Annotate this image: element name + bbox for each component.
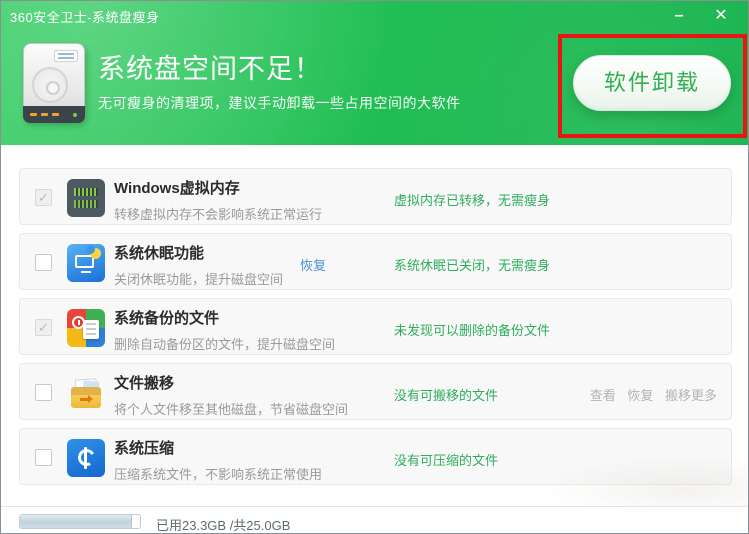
item-title: Windows虚拟内存 — [114, 180, 240, 197]
item-description: 压缩系统文件，不影响系统正常使用 — [114, 467, 323, 482]
progress-fill — [20, 515, 132, 528]
item-title: 系统备份的文件 — [114, 310, 220, 327]
checkbox-hibernate[interactable] — [35, 254, 52, 271]
checkbox-backup-files: ✓ — [35, 319, 52, 336]
minimize-button[interactable]: – — [666, 5, 692, 27]
item-title: 系统压缩 — [114, 440, 175, 457]
restore-link[interactable]: 恢复 — [300, 255, 326, 274]
checkbox-system-compress[interactable] — [35, 449, 52, 466]
item-description: 转移虚拟内存不会影响系统正常运行 — [114, 207, 323, 222]
item-description: 将个人文件移至其他磁盘，节省磁盘空间 — [114, 402, 349, 417]
footer-bar: 已用23.3GB /共25.0GB — [1, 506, 748, 533]
list-item-backup-files: ✓ 系统备份的文件 删除自动备份区的文件，提升磁盘空间 未发现可以删除的备份文件 — [19, 298, 732, 355]
item-title: 系统休眠功能 — [114, 245, 205, 262]
header: 360安全卫士-系统盘瘦身 – ✕ 系统盘空间不足！ 无可瘦身的清理项，建议手动… — [1, 1, 748, 145]
item-description: 删除自动备份区的文件，提升磁盘空间 — [114, 337, 336, 352]
disk-usage-progressbar — [19, 514, 141, 529]
item-description: 关闭休眠功能，提升磁盘空间 — [114, 272, 284, 287]
restore-link[interactable]: 恢复 — [627, 388, 653, 403]
list-item-system-compress: 系统压缩 压缩系统文件，不影响系统正常使用 没有可压缩的文件 — [19, 428, 732, 485]
ram-icon — [67, 179, 105, 217]
page-title: 系统盘空间不足！ — [98, 54, 322, 84]
list-item-file-move: 文件搬移 将个人文件移至其他磁盘，节省磁盘空间 没有可搬移的文件 查看 恢复 搬… — [19, 363, 732, 420]
list-item-hibernate: 系统休眠功能 关闭休眠功能，提升磁盘空间 恢复 系统休眠已关闭，无需瘦身 — [19, 233, 732, 290]
backup-files-icon — [67, 309, 105, 347]
move-more-link[interactable]: 搬移更多 — [665, 388, 717, 403]
disk-usage-text: 已用23.3GB /共25.0GB — [156, 518, 291, 533]
close-button[interactable]: ✕ — [708, 5, 734, 27]
checkbox-file-move[interactable] — [35, 384, 52, 401]
item-status: 没有可压缩的文件 — [394, 453, 499, 468]
item-status: 没有可搬移的文件 — [394, 388, 499, 403]
checkbox-virtual-memory: ✓ — [35, 189, 52, 206]
file-move-icon — [67, 374, 105, 412]
title-bar: 360安全卫士-系统盘瘦身 – ✕ — [1, 1, 748, 29]
app-window: 360安全卫士-系统盘瘦身 – ✕ 系统盘空间不足！ 无可瘦身的清理项，建议手动… — [0, 0, 749, 534]
item-title: 文件搬移 — [114, 375, 175, 392]
compress-icon — [67, 439, 105, 477]
item-status: 虚拟内存已转移，无需瘦身 — [394, 193, 551, 208]
hard-drive-icon — [23, 43, 85, 123]
page-subtitle: 无可瘦身的清理项，建议手动卸载一些占用空间的大软件 — [98, 95, 461, 111]
item-status: 未发现可以删除的备份文件 — [394, 323, 551, 338]
item-links: 查看 恢复 搬移更多 — [582, 385, 717, 404]
list-item-virtual-memory: ✓ Windows虚拟内存 转移虚拟内存不会影响系统正常运行 虚拟内存已转移，无… — [19, 168, 732, 225]
window-title: 360安全卫士-系统盘瘦身 — [10, 10, 160, 25]
hibernate-icon — [67, 244, 105, 282]
uninstall-software-button[interactable]: 软件卸载 — [573, 55, 731, 111]
view-link[interactable]: 查看 — [590, 388, 616, 403]
item-status: 系统休眠已关闭，无需瘦身 — [394, 258, 551, 273]
